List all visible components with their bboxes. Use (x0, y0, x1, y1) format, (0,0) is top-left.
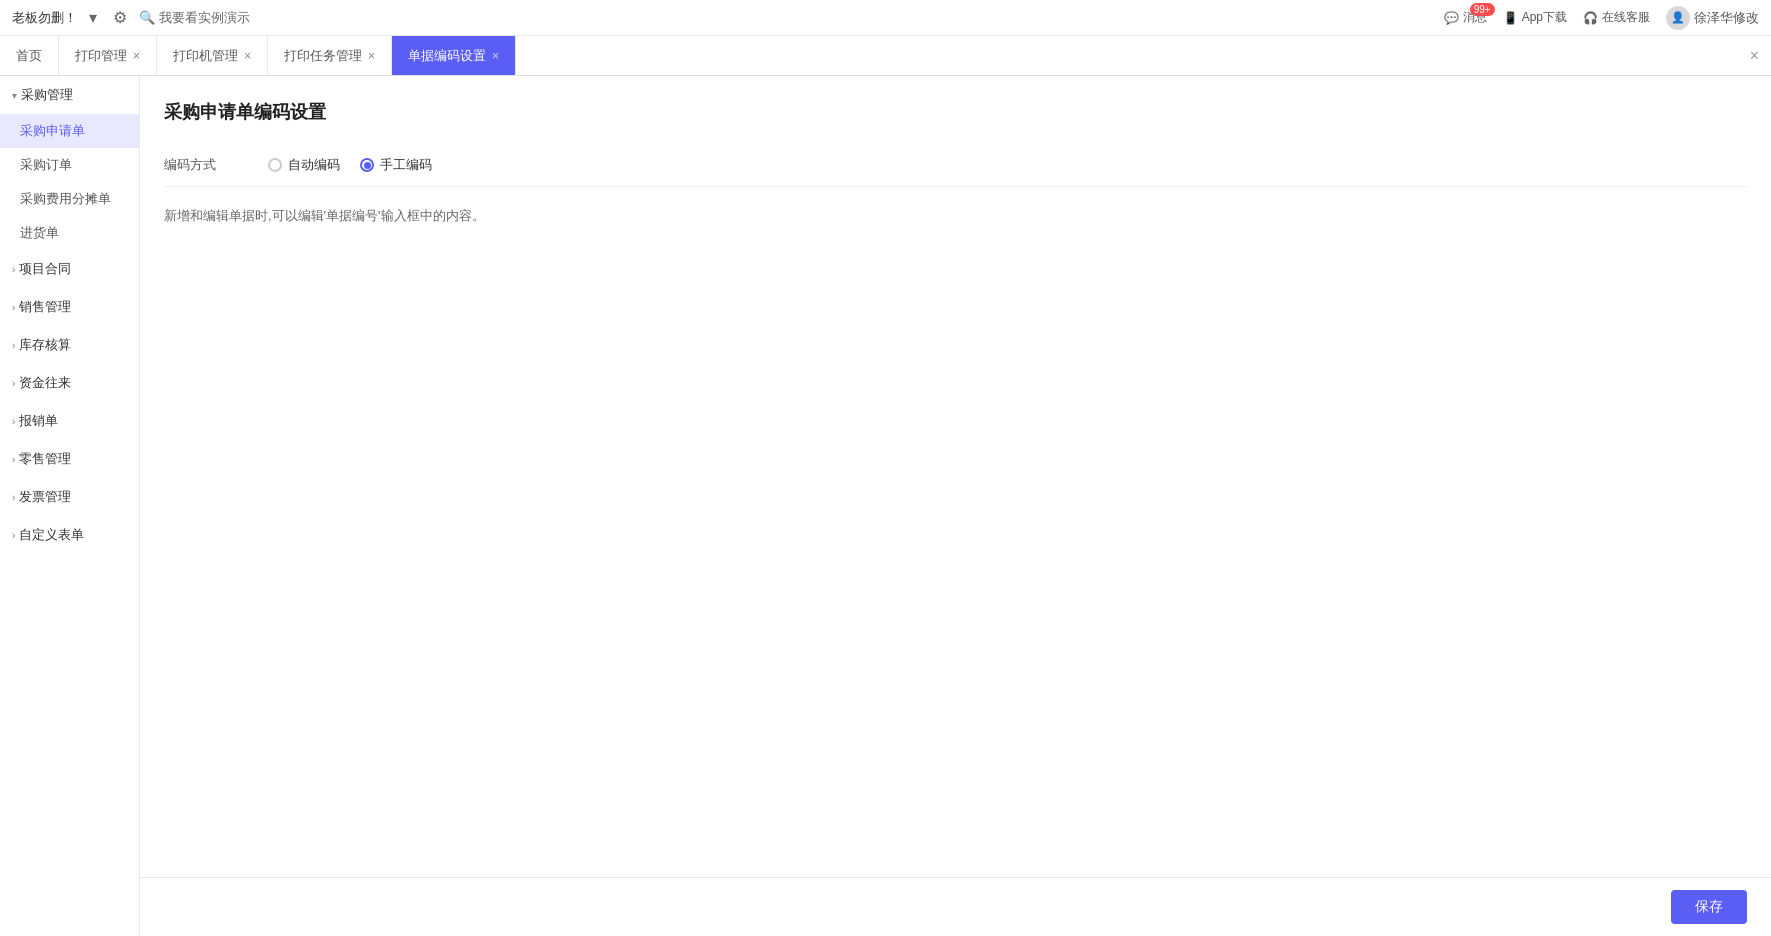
sidebar-item-purchase-expense[interactable]: 采购费用分摊单 (0, 182, 139, 216)
capital-arrow-icon: › (12, 378, 15, 389)
sales-mgmt-arrow-icon: › (12, 302, 15, 313)
sidebar-purchase-order-label: 采购订单 (20, 157, 72, 172)
search-text: 我要看实例演示 (159, 9, 250, 27)
app-download-button[interactable]: 📱 App下载 (1503, 9, 1567, 26)
tab-print-mgmt-close[interactable]: × (133, 49, 140, 63)
sidebar-sales-mgmt-label: 销售管理 (19, 298, 71, 316)
sidebar-invoice-label: 发票管理 (19, 488, 71, 506)
radio-manual-circle (360, 158, 374, 172)
content-main: 采购申请单编码设置 编码方式 自动编码 手工编码 (140, 76, 1771, 877)
main-layout: ▾ 采购管理 采购申请单 采购订单 采购费用分摊单 进货单 › 项目合同 › 销… (0, 76, 1771, 936)
sidebar-return-label: 报销单 (19, 412, 58, 430)
tab-print-task-close[interactable]: × (368, 49, 375, 63)
retail-arrow-icon: › (12, 454, 15, 465)
save-button[interactable]: 保存 (1671, 890, 1747, 924)
tab-print-mgmt[interactable]: 打印管理 × (59, 36, 157, 75)
sidebar-item-purchase-order[interactable]: 采购订单 (0, 148, 139, 182)
purchase-arrow-icon: ▾ (12, 90, 17, 101)
encoding-radio-group: 自动编码 手工编码 (268, 156, 432, 174)
user-name: 徐泽华修改 (1694, 9, 1759, 27)
tab-print-mgmt-label: 打印管理 (75, 47, 127, 65)
tab-barcode-setting[interactable]: 单据编码设置 × (392, 36, 516, 75)
setting-section: 编码方式 自动编码 手工编码 新增和编辑单据时,可以编辑'单据编号'输入框中的内… (164, 144, 1747, 229)
online-service-button[interactable]: 🎧 在线客服 (1583, 9, 1650, 26)
avatar: 👤 (1666, 6, 1690, 30)
sidebar-item-retail[interactable]: › 零售管理 (0, 440, 139, 478)
message-button[interactable]: 💬 消息 99+ (1444, 9, 1487, 26)
download-icon: 📱 (1503, 11, 1518, 25)
sidebar-capital-label: 资金往来 (19, 374, 71, 392)
sidebar-item-inventory[interactable]: › 库存核算 (0, 326, 139, 364)
project-contract-arrow-icon: › (12, 264, 15, 275)
sidebar-item-return[interactable]: › 报销单 (0, 402, 139, 440)
tab-home-label: 首页 (16, 47, 42, 65)
tab-home[interactable]: 首页 (0, 36, 59, 75)
radio-manual-label: 手工编码 (380, 156, 432, 174)
sidebar-purchase-request-label: 采购申请单 (20, 123, 85, 138)
tab-bar: 首页 打印管理 × 打印机管理 × 打印任务管理 × 单据编码设置 × × (0, 36, 1771, 76)
radio-auto-circle (268, 158, 282, 172)
sidebar-item-capital[interactable]: › 资金往来 (0, 364, 139, 402)
hint-text: 新增和编辑单据时,可以编辑'单据编号'输入框中的内容。 (164, 203, 1747, 229)
sidebar-item-purchase-request[interactable]: 采购申请单 (0, 114, 139, 148)
tab-print-task-label: 打印任务管理 (284, 47, 362, 65)
encoding-method-label: 编码方式 (164, 156, 244, 174)
top-bar-right: 💬 消息 99+ 📱 App下载 🎧 在线客服 👤 徐泽华修改 (1444, 6, 1759, 30)
app-title: 老板勿删！ (12, 9, 77, 27)
sidebar-inventory-label: 库存核算 (19, 336, 71, 354)
top-bar-left: 老板勿删！ ▾ ⚙ 🔍 我要看实例演示 (12, 6, 250, 29)
radio-manual-code[interactable]: 手工编码 (360, 156, 432, 174)
tab-printer-mgmt-label: 打印机管理 (173, 47, 238, 65)
tab-close-global[interactable]: × (1750, 47, 1771, 65)
tab-printer-mgmt[interactable]: 打印机管理 × (157, 36, 268, 75)
online-service-label: 在线客服 (1602, 9, 1650, 26)
tab-barcode-label: 单据编码设置 (408, 47, 486, 65)
search-area[interactable]: 🔍 我要看实例演示 (139, 9, 250, 27)
sidebar-custom-form-label: 自定义表单 (19, 526, 84, 544)
search-icon: 🔍 (139, 10, 155, 25)
service-icon: 🎧 (1583, 11, 1598, 25)
sidebar-item-invoice[interactable]: › 发票管理 (0, 478, 139, 516)
return-arrow-icon: › (12, 416, 15, 427)
tab-print-task[interactable]: 打印任务管理 × (268, 36, 392, 75)
sidebar-project-contract-label: 项目合同 (19, 260, 71, 278)
content-area: 采购申请单编码设置 编码方式 自动编码 手工编码 (140, 76, 1771, 936)
message-icon: 💬 (1444, 11, 1459, 25)
sidebar: ▾ 采购管理 采购申请单 采购订单 采购费用分摊单 进货单 › 项目合同 › 销… (0, 76, 140, 936)
top-bar: 老板勿删！ ▾ ⚙ 🔍 我要看实例演示 💬 消息 99+ 📱 App下载 🎧 在… (0, 0, 1771, 36)
message-badge: 99+ (1470, 3, 1495, 16)
custom-form-arrow-icon: › (12, 530, 15, 541)
radio-auto-code[interactable]: 自动编码 (268, 156, 340, 174)
encoding-method-row: 编码方式 自动编码 手工编码 (164, 144, 1747, 187)
inventory-arrow-icon: › (12, 340, 15, 351)
sidebar-group-purchase: ▾ 采购管理 采购申请单 采购订单 采购费用分摊单 进货单 (0, 76, 139, 250)
user-info[interactable]: 👤 徐泽华修改 (1666, 6, 1759, 30)
sidebar-item-stock-in[interactable]: 进货单 (0, 216, 139, 250)
sidebar-group-purchase-header[interactable]: ▾ 采购管理 (0, 76, 139, 114)
sidebar-purchase-expense-label: 采购费用分摊单 (20, 191, 111, 206)
page-title: 采购申请单编码设置 (164, 100, 1747, 124)
invoice-arrow-icon: › (12, 492, 15, 503)
tab-printer-mgmt-close[interactable]: × (244, 49, 251, 63)
settings-icon[interactable]: ⚙ (109, 6, 131, 29)
content-footer: 保存 (140, 877, 1771, 936)
sidebar-retail-label: 零售管理 (19, 450, 71, 468)
sidebar-group-purchase-label: 采购管理 (21, 86, 73, 104)
app-download-label: App下载 (1522, 9, 1567, 26)
radio-auto-label: 自动编码 (288, 156, 340, 174)
sidebar-item-project-contract[interactable]: › 项目合同 (0, 250, 139, 288)
dropdown-icon[interactable]: ▾ (85, 6, 101, 29)
sidebar-stock-in-label: 进货单 (20, 225, 59, 240)
sidebar-item-custom-form[interactable]: › 自定义表单 (0, 516, 139, 554)
sidebar-item-sales-mgmt[interactable]: › 销售管理 (0, 288, 139, 326)
tab-barcode-close[interactable]: × (492, 49, 499, 63)
